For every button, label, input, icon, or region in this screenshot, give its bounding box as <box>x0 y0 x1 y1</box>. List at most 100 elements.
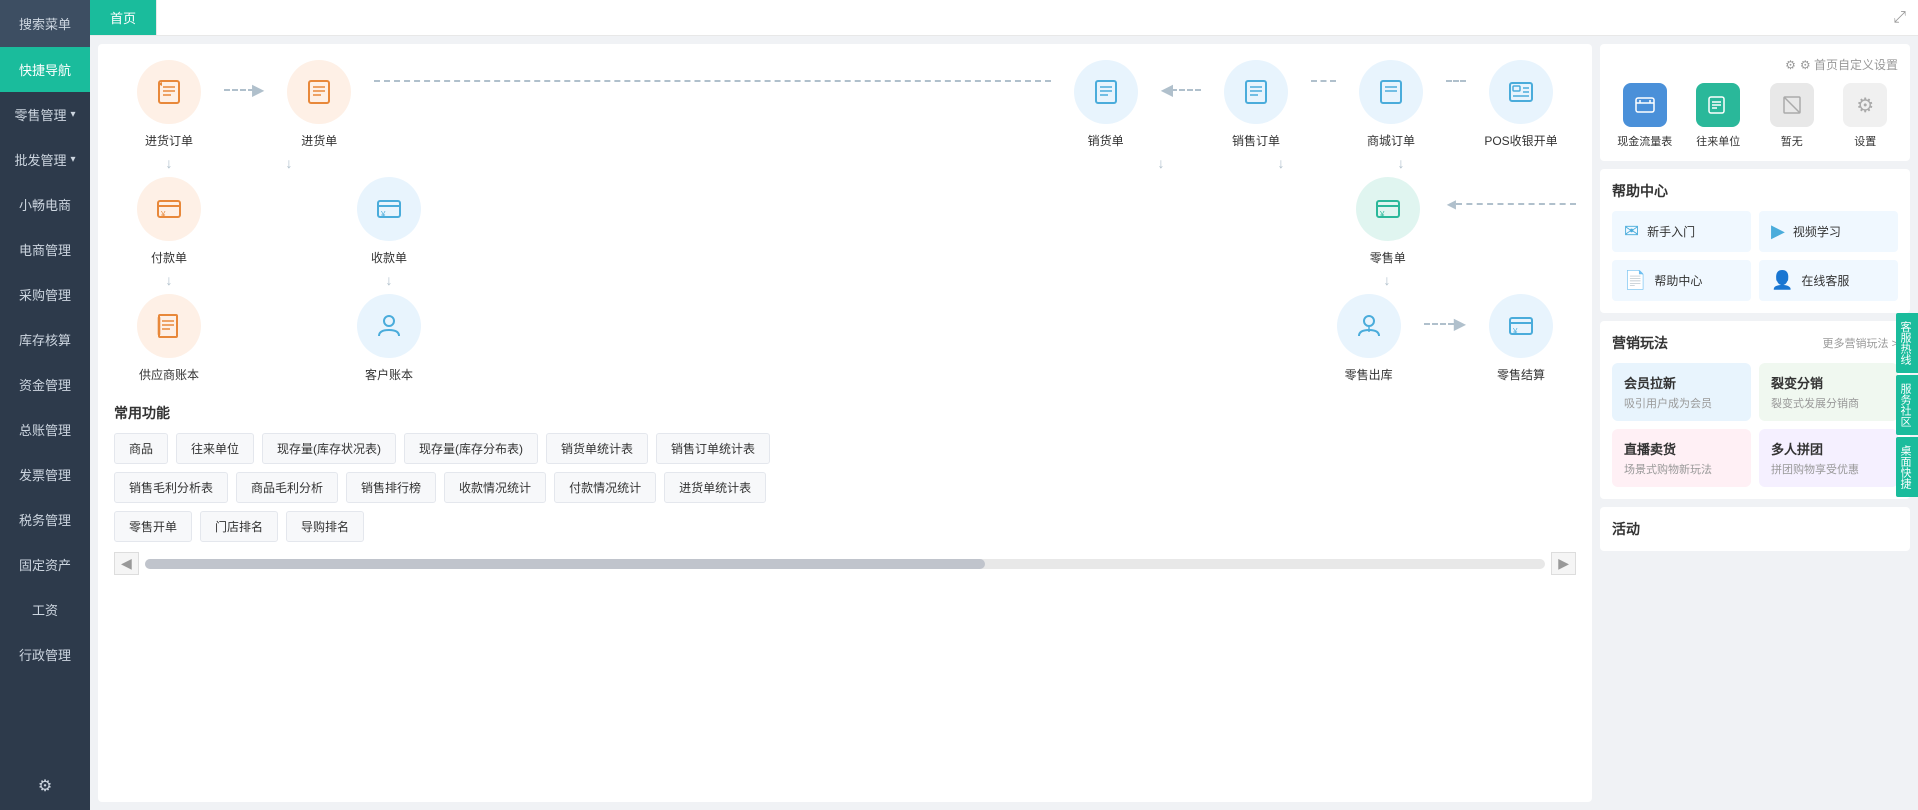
sidebar-item-retail[interactable]: 零售管理 ▾ <box>0 92 90 137</box>
sidebar-item-purchase[interactable]: 采购管理 <box>0 272 90 317</box>
qa-grid: 现金流量表 往来单位 暂无 <box>1612 83 1898 149</box>
sidebar-item-tax[interactable]: 税务管理 <box>0 497 90 542</box>
flow-node-receipt[interactable]: ¥ 收款单 <box>334 177 444 266</box>
mkt-item-member[interactable]: 会员拉新 吸引用户成为会员 <box>1612 363 1751 421</box>
chevron-down-icon: ▾ <box>70 154 75 165</box>
tab-home[interactable]: 首页 <box>90 0 157 35</box>
mall-order-label: 商城订单 <box>1367 132 1415 149</box>
activity-panel: 活动 <box>1600 507 1910 551</box>
sidebar-item-inventory[interactable]: 库存核算 <box>0 317 90 362</box>
contacts-icon <box>1696 83 1740 127</box>
expand-icon[interactable]: ⤢ <box>1881 0 1918 35</box>
sidebar-item-payroll[interactable]: 工资 <box>0 587 90 632</box>
func-btn-stock-status[interactable]: 现存量(库存状况表) <box>262 433 396 464</box>
func-btn-sales-rank[interactable]: 销售排行榜 <box>346 472 436 503</box>
video-icon: ▶ <box>1771 221 1785 242</box>
sales-label: 销货单 <box>1088 132 1124 149</box>
func-row-3: 零售开单 门店排名 导购排名 <box>114 511 1576 542</box>
live-title: 直播卖货 <box>1624 439 1739 458</box>
float-btn-service[interactable]: 客服热线 <box>1896 313 1918 373</box>
scroll-bar: ◀ ▶ <box>114 552 1576 575</box>
sidebar-item-wholesale[interactable]: 批发管理 ▾ <box>0 137 90 182</box>
qa-item-settings[interactable]: ⚙ 设置 <box>1833 83 1899 149</box>
func-row-1: 商品 往来单位 现存量(库存状况表) 现存量(库存分布表) 销货单统计表 销售订… <box>114 433 1576 464</box>
member-title: 会员拉新 <box>1624 373 1739 392</box>
retail-settle-label: 零售结算 <box>1497 366 1545 383</box>
qa-item-contacts[interactable]: 往来单位 <box>1686 83 1752 149</box>
retail-settle-icon: ¥ <box>1489 294 1553 358</box>
hc-item-service[interactable]: 👤 在线客服 <box>1759 260 1898 301</box>
help-label: 帮助中心 <box>1654 272 1702 289</box>
main-area: 首页 ⤢ 进货订单 <box>90 0 1918 810</box>
func-btn-receipt-stat[interactable]: 收款情况统计 <box>444 472 546 503</box>
mkt-item-live[interactable]: 直播卖货 场景式购物新玩法 <box>1612 429 1751 487</box>
more-marketing-link[interactable]: 更多营销玩法 > <box>1823 335 1898 351</box>
sidebar-item-ecommerce-small[interactable]: 小畅电商 <box>0 182 90 227</box>
hc-item-help[interactable]: 📄 帮助中心 <box>1612 260 1751 301</box>
func-btn-retail-order[interactable]: 零售开单 <box>114 511 192 542</box>
live-desc: 场景式购物新玩法 <box>1624 461 1739 477</box>
flow-node-payment[interactable]: ¥ 付款单 <box>114 177 224 266</box>
service-label: 在线客服 <box>1801 272 1849 289</box>
func-btn-purchase-stat[interactable]: 进货单统计表 <box>664 472 766 503</box>
hc-item-beginner[interactable]: ✉ 新手入门 <box>1612 211 1751 252</box>
func-btn-contacts[interactable]: 往来单位 <box>176 433 254 464</box>
flow-node-sales-order[interactable]: 销售订单 <box>1201 60 1311 149</box>
mkt-item-group[interactable]: 多人拼团 拼团购物享受优惠 <box>1759 429 1898 487</box>
svg-text:¥: ¥ <box>380 210 386 219</box>
flow-node-pos[interactable]: POS收银开单 <box>1466 60 1576 149</box>
flow-node-retail-settle[interactable]: ¥ 零售结算 <box>1466 294 1576 383</box>
settings-button[interactable]: ⚙ <box>0 762 90 810</box>
mkt-grid: 会员拉新 吸引用户成为会员 裂变分销 裂变式发展分销商 直播卖货 场景式购物新玩… <box>1612 363 1898 487</box>
float-btn-community[interactable]: 服务社区 <box>1896 375 1918 435</box>
scroll-left-btn[interactable]: ◀ <box>114 552 139 575</box>
func-btn-sales-stat[interactable]: 销货单统计表 <box>546 433 648 464</box>
mall-order-icon <box>1359 60 1423 124</box>
flow-node-purchase[interactable]: 进货单 <box>264 60 374 149</box>
qa-item-none[interactable]: 暂无 <box>1759 83 1825 149</box>
func-btn-goods-profit[interactable]: 商品毛利分析 <box>236 472 338 503</box>
gear-icon: ⚙ <box>1785 58 1796 72</box>
qa-item-cashflow[interactable]: 现金流量表 <box>1612 83 1678 149</box>
sidebar-item-assets[interactable]: 固定资产 <box>0 542 90 587</box>
func-btn-stock-dist[interactable]: 现存量(库存分布表) <box>404 433 538 464</box>
func-btn-sales-profit[interactable]: 销售毛利分析表 <box>114 472 228 503</box>
qa-header[interactable]: ⚙ ⚙ 首页自定义设置 <box>1612 56 1898 73</box>
flow-node-retail[interactable]: ¥ 零售单 <box>1333 177 1443 266</box>
settings-label: 设置 <box>1854 133 1876 149</box>
flow-node-supplier-ledger[interactable]: 供应商账本 <box>114 294 224 383</box>
hc-item-video[interactable]: ▶ 视频学习 <box>1759 211 1898 252</box>
func-btn-goods[interactable]: 商品 <box>114 433 168 464</box>
search-menu[interactable]: 搜索菜单 <box>0 0 90 47</box>
sales-order-icon <box>1224 60 1288 124</box>
sidebar-item-admin[interactable]: 行政管理 <box>0 632 90 677</box>
scroll-right-btn[interactable]: ▶ <box>1551 552 1576 575</box>
flow-node-mall-order[interactable]: 商城订单 <box>1336 60 1446 149</box>
flow-node-retail-out[interactable]: 零售出库 <box>1314 294 1424 383</box>
customer-ledger-icon <box>357 294 421 358</box>
func-btn-payment-stat[interactable]: 付款情况统计 <box>554 472 656 503</box>
mkt-item-fission[interactable]: 裂变分销 裂变式发展分销商 <box>1759 363 1898 421</box>
payment-icon: ¥ <box>137 177 201 241</box>
group-title: 多人拼团 <box>1771 439 1886 458</box>
fission-desc: 裂变式发展分销商 <box>1771 395 1886 411</box>
marketing-title: 营销玩法 <box>1612 333 1668 353</box>
sidebar-item-ecommerce[interactable]: 电商管理 <box>0 227 90 272</box>
service-icon: 👤 <box>1771 270 1793 291</box>
sidebar-item-invoice[interactable]: 发票管理 <box>0 452 90 497</box>
cashflow-icon <box>1623 83 1667 127</box>
sidebar-item-ledger[interactable]: 总账管理 <box>0 407 90 452</box>
customer-ledger-label: 客户账本 <box>365 366 413 383</box>
func-btn-store-rank[interactable]: 门店排名 <box>200 511 278 542</box>
flow-node-sales[interactable]: 销货单 <box>1051 60 1161 149</box>
func-btn-sales-order-stat[interactable]: 销售订单统计表 <box>656 433 770 464</box>
float-btn-desktop[interactable]: 桌面快捷 <box>1896 437 1918 497</box>
flow-node-purchase-order[interactable]: 进货订单 <box>114 60 224 149</box>
scroll-track[interactable] <box>145 559 1545 569</box>
help-center-title: 帮助中心 <box>1612 181 1898 201</box>
flow-node-customer-ledger[interactable]: 客户账本 <box>334 294 444 383</box>
tab-bar: 首页 ⤢ <box>90 0 1918 36</box>
quick-nav-item[interactable]: 快捷导航 <box>0 47 90 92</box>
sidebar-item-finance[interactable]: 资金管理 <box>0 362 90 407</box>
func-btn-guide-rank[interactable]: 导购排名 <box>286 511 364 542</box>
